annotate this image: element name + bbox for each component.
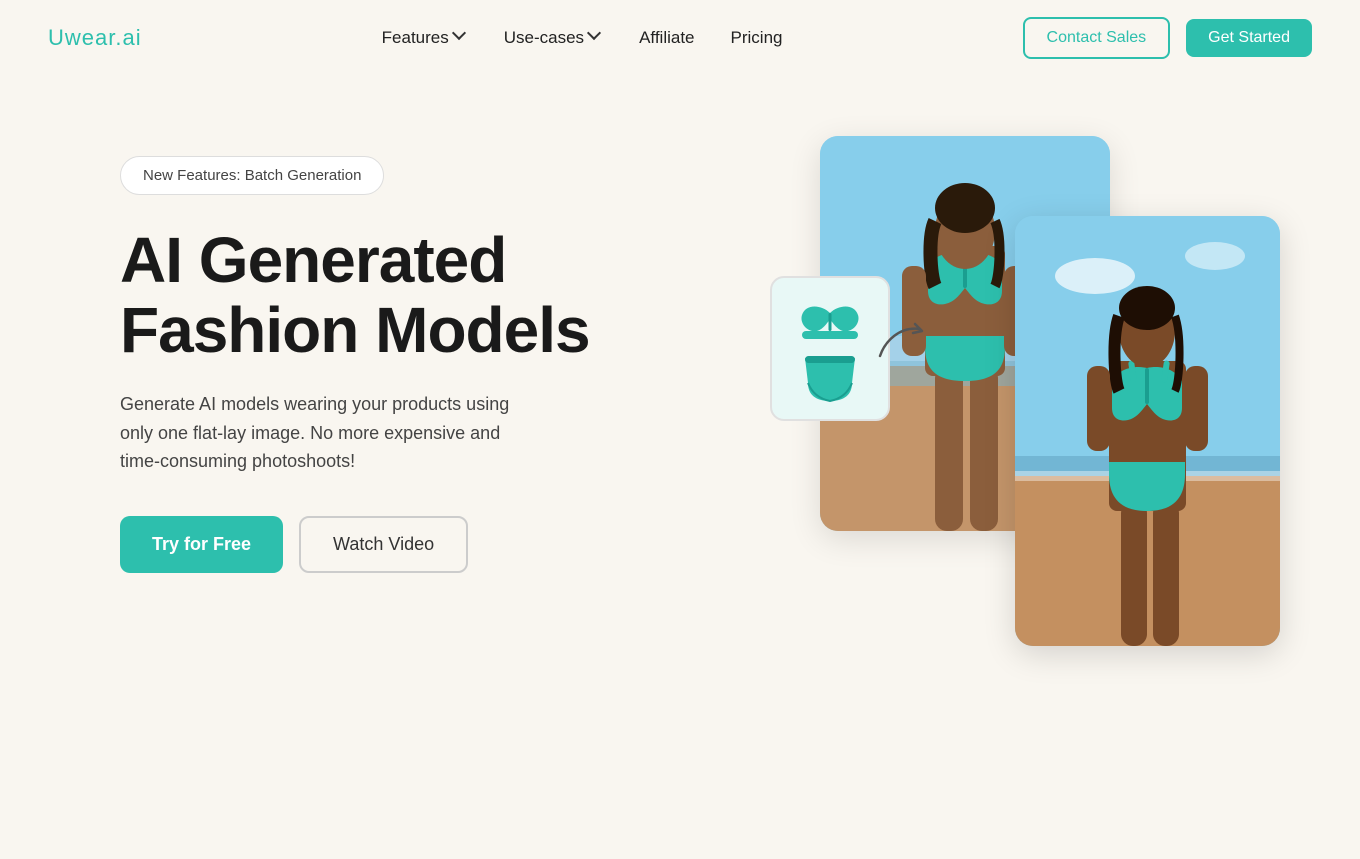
nav-use-cases[interactable]: Use-cases — [504, 28, 603, 48]
hero-buttons: Try for Free Watch Video — [120, 516, 600, 573]
nav-features[interactable]: Features — [382, 28, 468, 48]
get-started-button[interactable]: Get Started — [1186, 19, 1312, 57]
swimsuit-bottom-image — [800, 353, 860, 403]
chevron-down-icon — [589, 31, 603, 45]
hero-image-composition — [720, 136, 1280, 756]
nav-pricing[interactable]: Pricing — [731, 28, 783, 48]
navigation: Uwear.ai Features Use-cases Affiliate Pr… — [0, 0, 1360, 76]
feature-badge: New Features: Batch Generation — [120, 156, 384, 195]
logo[interactable]: Uwear.ai — [48, 25, 142, 51]
try-free-button[interactable]: Try for Free — [120, 516, 283, 573]
product-flatlay-card — [770, 276, 890, 421]
model-image-2 — [1015, 216, 1280, 646]
hero-section: New Features: Batch Generation AI Genera… — [0, 76, 1360, 796]
hero-description: Generate AI models wearing your products… — [120, 390, 540, 476]
nav-links: Features Use-cases Affiliate Pricing — [382, 28, 783, 48]
contact-sales-button[interactable]: Contact Sales — [1023, 17, 1171, 59]
hero-content: New Features: Batch Generation AI Genera… — [120, 136, 600, 573]
watch-video-button[interactable]: Watch Video — [299, 516, 468, 573]
swimsuit-top-image — [794, 295, 866, 347]
chevron-down-icon — [454, 31, 468, 45]
nav-actions: Contact Sales Get Started — [1023, 17, 1312, 59]
arrow-icon — [875, 321, 935, 361]
hero-title: AI Generated Fashion Models — [120, 225, 600, 366]
nav-affiliate[interactable]: Affiliate — [639, 28, 694, 48]
